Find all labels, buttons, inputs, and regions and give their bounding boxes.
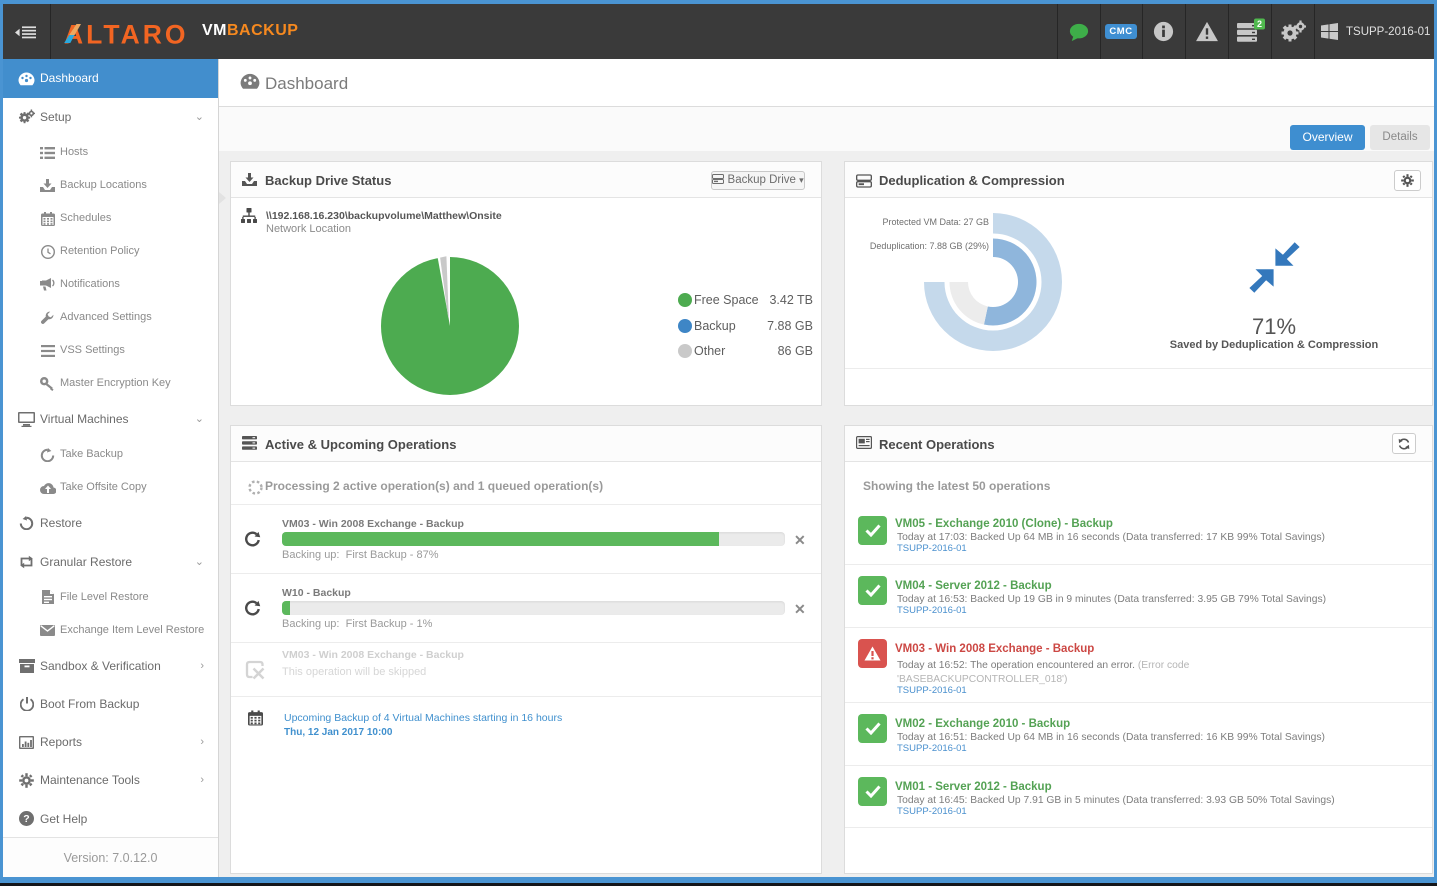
- svg-text:2: 2: [1256, 19, 1261, 29]
- svg-text:?: ?: [23, 813, 29, 825]
- svg-text:ALTARO: ALTARO: [64, 20, 188, 50]
